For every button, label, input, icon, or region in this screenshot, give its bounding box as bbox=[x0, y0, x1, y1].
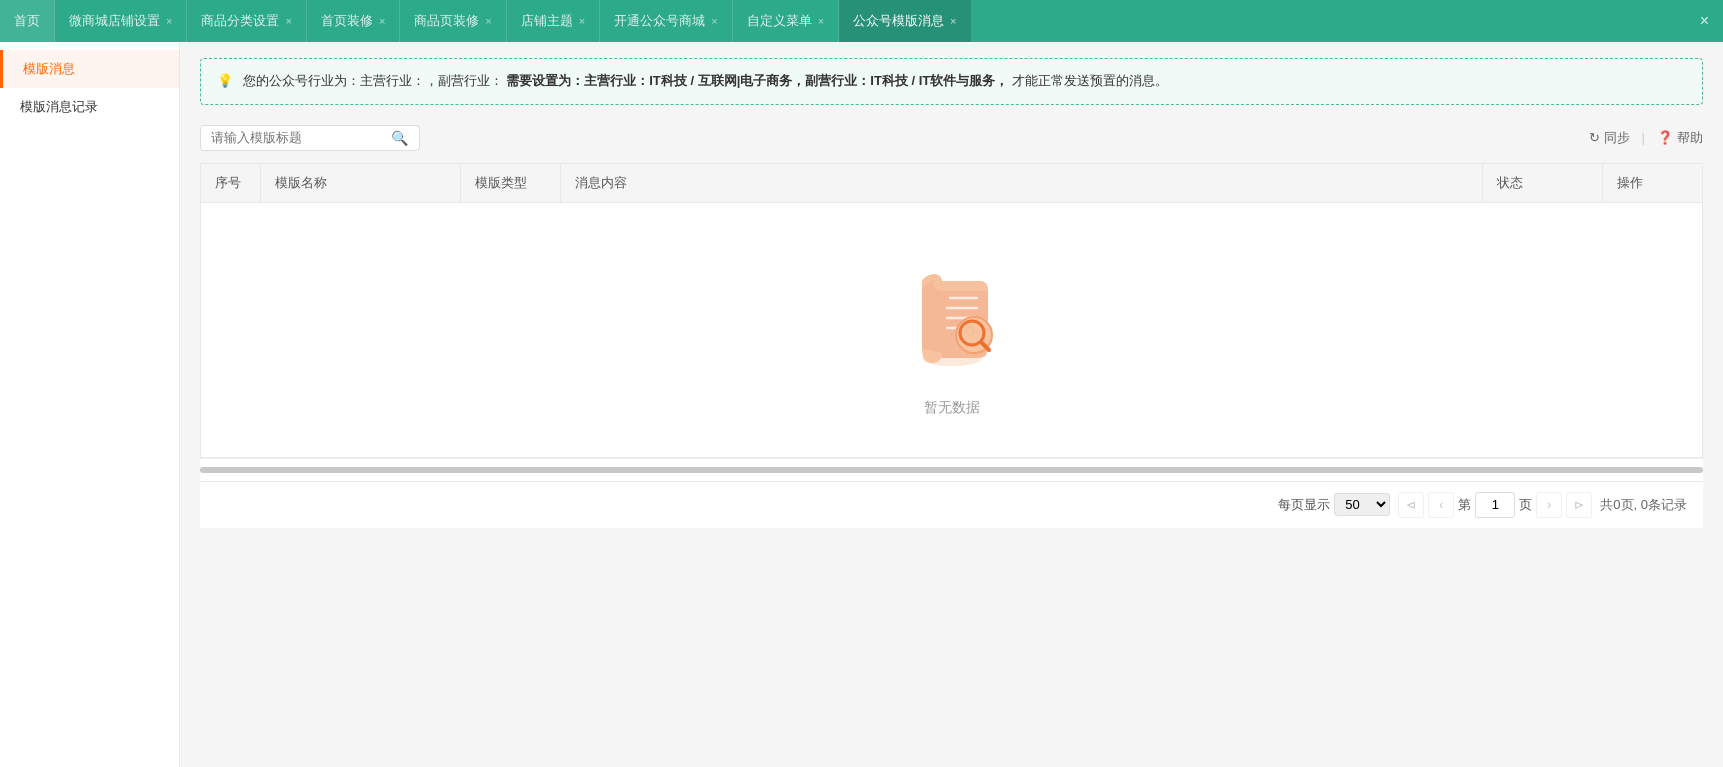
nav-tab-product-label: 商品页装修 bbox=[414, 12, 479, 30]
sync-label: 同步 bbox=[1604, 129, 1630, 147]
search-input-wrap: 🔍 bbox=[200, 125, 420, 151]
empty-icon bbox=[892, 263, 1012, 383]
nav-tab-theme-close[interactable]: × bbox=[579, 15, 585, 27]
sidebar-item-template-message-log-label: 模版消息记录 bbox=[20, 99, 98, 114]
notice-box: 💡 您的公众号行业为：主营行业：，副营行业： 需要设置为：主营行业：IT科技 /… bbox=[200, 58, 1703, 105]
sidebar-item-template-message[interactable]: 模版消息 bbox=[0, 50, 179, 88]
col-name: 模版名称 bbox=[261, 163, 461, 202]
nav-tab-category[interactable]: 商品分类设置 × bbox=[187, 0, 306, 42]
nav-tab-mall-label: 开通公众号商城 bbox=[614, 12, 705, 30]
per-page-dropdown[interactable]: 10 20 50 100 bbox=[1334, 493, 1390, 516]
nav-tab-theme[interactable]: 店铺主题 × bbox=[507, 0, 600, 42]
empty-state: 暂无数据 bbox=[201, 203, 1702, 457]
page-label: 第 bbox=[1458, 496, 1471, 514]
help-button[interactable]: ❓ 帮助 bbox=[1657, 129, 1703, 147]
nav-tab-mall-close[interactable]: × bbox=[711, 15, 717, 27]
total-info: 共0页, 0条记录 bbox=[1600, 496, 1687, 514]
col-type: 模版类型 bbox=[461, 163, 561, 202]
top-nav: 首页 微商城店铺设置 × 商品分类设置 × 首页装修 × 商品页装修 × 店铺主… bbox=[0, 0, 1723, 42]
nav-tab-product[interactable]: 商品页装修 × bbox=[400, 0, 506, 42]
page-controls: ⊲ ‹ 第 页 › ⊳ bbox=[1398, 492, 1592, 518]
close-all-button[interactable]: × bbox=[1686, 12, 1723, 30]
notice-icon: 💡 bbox=[217, 73, 233, 88]
divider: | bbox=[1642, 130, 1645, 145]
sidebar: 模版消息 模版消息记录 bbox=[0, 42, 180, 767]
table-header-row: 序号 模版名称 模版类型 消息内容 状态 操作 bbox=[201, 163, 1703, 202]
nav-tab-home-label: 首页 bbox=[14, 12, 40, 30]
sidebar-item-template-message-log[interactable]: 模版消息记录 bbox=[0, 88, 179, 126]
first-page-button[interactable]: ⊲ bbox=[1398, 492, 1424, 518]
notice-suffix: 才能正常发送预置的消息。 bbox=[1012, 73, 1168, 88]
per-page-select: 每页显示 10 20 50 100 bbox=[1278, 493, 1390, 516]
help-label: 帮助 bbox=[1677, 129, 1703, 147]
page-suffix: 页 bbox=[1519, 496, 1532, 514]
main-layout: 模版消息 模版消息记录 💡 您的公众号行业为：主营行业：，副营行业： 需要设置为… bbox=[0, 42, 1723, 767]
table-body: 暂无数据 bbox=[201, 202, 1703, 457]
data-table: 序号 模版名称 模版类型 消息内容 状态 操作 bbox=[200, 163, 1703, 458]
nav-tab-wshop[interactable]: 微商城店铺设置 × bbox=[55, 0, 187, 42]
scrollbar-area bbox=[200, 458, 1703, 481]
empty-row: 暂无数据 bbox=[201, 202, 1703, 457]
sync-button[interactable]: ↻ 同步 bbox=[1589, 129, 1630, 147]
sync-icon: ↻ bbox=[1589, 130, 1600, 145]
nav-tab-category-label: 商品分类设置 bbox=[201, 12, 279, 30]
content-area: 💡 您的公众号行业为：主营行业：，副营行业： 需要设置为：主营行业：IT科技 /… bbox=[180, 42, 1723, 767]
search-icon[interactable]: 🔍 bbox=[391, 130, 408, 146]
col-content: 消息内容 bbox=[561, 163, 1483, 202]
col-seq: 序号 bbox=[201, 163, 261, 202]
notice-prefix: 您的公众号行业为：主营行业：，副营行业： bbox=[243, 73, 503, 88]
help-icon: ❓ bbox=[1657, 130, 1673, 145]
nav-tab-wshop-close[interactable]: × bbox=[166, 15, 172, 27]
search-bar: 🔍 ↻ 同步 | ❓ 帮助 bbox=[200, 125, 1703, 151]
last-page-button[interactable]: ⊳ bbox=[1566, 492, 1592, 518]
nav-tab-home[interactable]: 首页 bbox=[0, 0, 55, 42]
prev-page-button[interactable]: ‹ bbox=[1428, 492, 1454, 518]
nav-tab-category-close[interactable]: × bbox=[285, 15, 291, 27]
nav-tab-homepage-label: 首页装修 bbox=[321, 12, 373, 30]
nav-tab-tmplmsg[interactable]: 公众号模版消息 × bbox=[839, 0, 971, 42]
scrollbar-track[interactable] bbox=[200, 467, 1703, 473]
nav-tab-product-close[interactable]: × bbox=[485, 15, 491, 27]
nav-tab-mall[interactable]: 开通公众号商城 × bbox=[600, 0, 732, 42]
pagination-bar: 每页显示 10 20 50 100 ⊲ ‹ 第 页 › ⊳ bbox=[200, 481, 1703, 528]
next-page-button[interactable]: › bbox=[1536, 492, 1562, 518]
nav-tab-theme-label: 店铺主题 bbox=[521, 12, 573, 30]
search-actions: ↻ 同步 | ❓ 帮助 bbox=[1589, 129, 1703, 147]
page-input[interactable] bbox=[1475, 492, 1515, 518]
nav-tab-tmplmsg-label: 公众号模版消息 bbox=[853, 12, 944, 30]
notice-highlight: 需要设置为：主营行业：IT科技 / 互联网|电子商务，副营行业：IT科技 / I… bbox=[506, 73, 1008, 88]
nav-tab-custmenu-close[interactable]: × bbox=[818, 15, 824, 27]
table-wrapper: 序号 模版名称 模版类型 消息内容 状态 操作 bbox=[200, 163, 1703, 528]
col-action: 操作 bbox=[1603, 163, 1703, 202]
search-input[interactable] bbox=[211, 130, 391, 145]
nav-tab-homepage-close[interactable]: × bbox=[379, 15, 385, 27]
nav-tab-wshop-label: 微商城店铺设置 bbox=[69, 12, 160, 30]
col-status: 状态 bbox=[1483, 163, 1603, 202]
nav-tab-custmenu[interactable]: 自定义菜单 × bbox=[733, 0, 839, 42]
table-head: 序号 模版名称 模版类型 消息内容 状态 操作 bbox=[201, 163, 1703, 202]
per-page-label: 每页显示 bbox=[1278, 496, 1330, 514]
nav-tab-custmenu-label: 自定义菜单 bbox=[747, 12, 812, 30]
sidebar-item-template-message-label: 模版消息 bbox=[23, 61, 75, 76]
nav-tab-homepage[interactable]: 首页装修 × bbox=[307, 0, 400, 42]
empty-text: 暂无数据 bbox=[201, 399, 1702, 417]
nav-tab-tmplmsg-close[interactable]: × bbox=[950, 15, 956, 27]
